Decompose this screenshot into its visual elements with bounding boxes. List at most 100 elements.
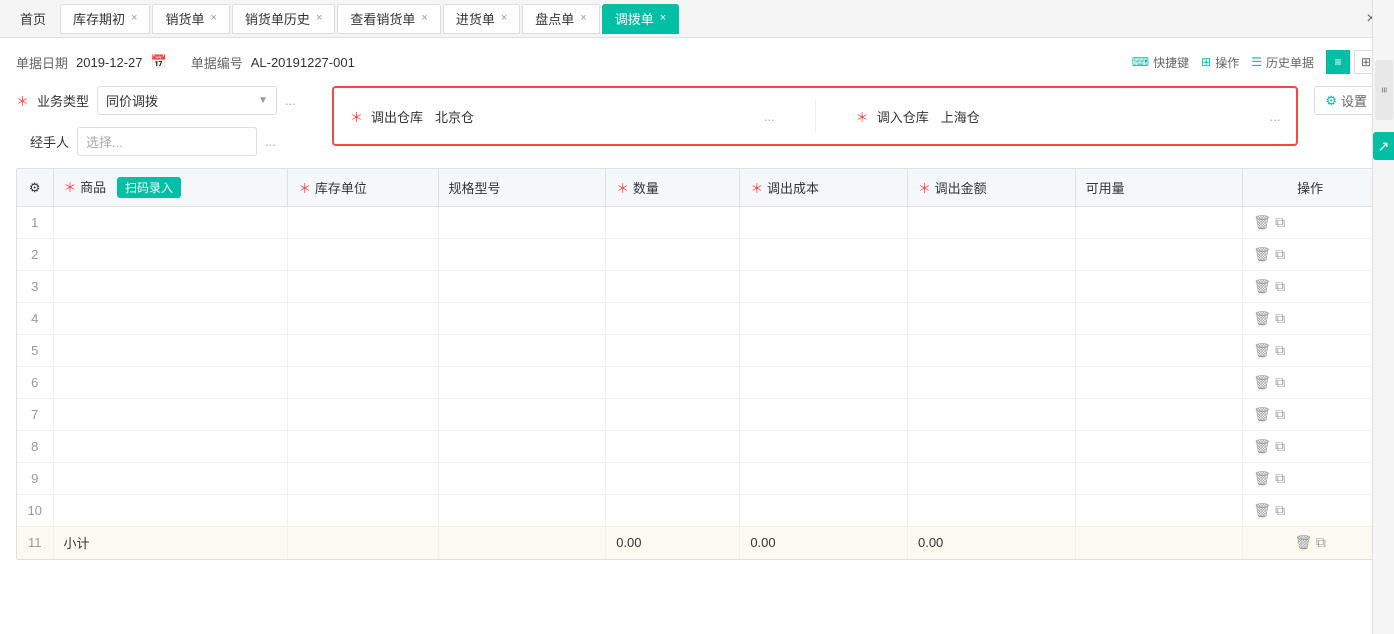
copy-icon[interactable]: ⧉	[1275, 374, 1285, 391]
tab-close-icon[interactable]: ×	[131, 13, 137, 24]
cell-cost[interactable]	[740, 303, 908, 335]
tab-transfer-order[interactable]: 调拨单 ×	[602, 4, 679, 34]
cell-spec[interactable]	[438, 239, 606, 271]
side-expand-button[interactable]: ↗	[1373, 132, 1394, 160]
tab-close-icon[interactable]: ×	[316, 13, 322, 24]
delete-icon[interactable]: 🗑	[1253, 406, 1271, 423]
cell-qty[interactable]	[606, 463, 740, 495]
scan-entry-button[interactable]: 扫码录入	[117, 177, 181, 198]
cell-amount[interactable]	[907, 399, 1075, 431]
cell-amount[interactable]	[907, 495, 1075, 527]
shortcut-button[interactable]: ⌨ 快捷键	[1132, 54, 1189, 71]
cell-amount[interactable]	[907, 239, 1075, 271]
tab-inventory-init[interactable]: 库存期初 ×	[60, 4, 150, 34]
cell-unit[interactable]	[288, 367, 438, 399]
history-button[interactable]: ☰ 历史单据	[1251, 54, 1314, 71]
cell-unit[interactable]	[288, 207, 438, 239]
tab-home[interactable]: 首页	[8, 4, 58, 34]
copy-icon[interactable]: ⧉	[1275, 438, 1285, 455]
cell-product[interactable]	[53, 495, 288, 527]
delete-icon[interactable]: 🗑	[1253, 214, 1271, 231]
cell-cost[interactable]	[740, 271, 908, 303]
cell-cost[interactable]	[740, 463, 908, 495]
delete-icon[interactable]: 🗑	[1253, 246, 1271, 263]
cell-amount[interactable]	[907, 431, 1075, 463]
tab-view-sales[interactable]: 查看销货单 ×	[337, 4, 440, 34]
cell-spec[interactable]	[438, 463, 606, 495]
delete-icon[interactable]: 🗑	[1253, 374, 1271, 391]
tab-close-icon[interactable]: ×	[660, 13, 666, 24]
cell-amount[interactable]	[907, 463, 1075, 495]
cell-spec[interactable]	[438, 367, 606, 399]
calendar-icon[interactable]: 📅	[151, 54, 167, 70]
tab-purchase-order[interactable]: 进货单 ×	[443, 4, 520, 34]
cell-unit[interactable]	[288, 463, 438, 495]
cell-product[interactable]	[53, 271, 288, 303]
handler-more[interactable]: ...	[265, 134, 276, 149]
cell-cost[interactable]	[740, 367, 908, 399]
tab-close-icon[interactable]: ×	[580, 13, 586, 24]
cell-cost[interactable]	[740, 335, 908, 367]
copy-icon[interactable]: ⧉	[1275, 214, 1285, 231]
cell-qty[interactable]	[606, 335, 740, 367]
side-notes-button[interactable]: ≡	[1375, 60, 1393, 120]
cell-spec[interactable]	[438, 431, 606, 463]
layout-list-button[interactable]: ≡	[1326, 50, 1350, 74]
cell-unit[interactable]	[288, 335, 438, 367]
tab-close-icon[interactable]: ×	[421, 13, 427, 24]
cell-product[interactable]	[53, 303, 288, 335]
tab-close-icon[interactable]: ×	[501, 13, 507, 24]
cell-unit[interactable]	[288, 239, 438, 271]
cell-cost[interactable]	[740, 239, 908, 271]
delete-icon[interactable]: 🗑	[1253, 470, 1271, 487]
cell-spec[interactable]	[438, 495, 606, 527]
copy-icon[interactable]: ⧉	[1275, 406, 1285, 423]
cell-amount[interactable]	[907, 303, 1075, 335]
cell-product[interactable]	[53, 335, 288, 367]
copy-icon[interactable]: ⧉	[1316, 534, 1326, 550]
delete-icon[interactable]: 🗑	[1253, 278, 1271, 295]
cell-amount[interactable]	[907, 207, 1075, 239]
cell-qty[interactable]	[606, 207, 740, 239]
cell-product[interactable]	[53, 367, 288, 399]
cell-spec[interactable]	[438, 303, 606, 335]
settings-button[interactable]: ⚙ 设置	[1314, 86, 1378, 115]
cell-amount[interactable]	[907, 335, 1075, 367]
cell-qty[interactable]	[606, 271, 740, 303]
warehouse-in-more[interactable]: ...	[1270, 109, 1281, 124]
cell-qty[interactable]	[606, 239, 740, 271]
col-settings[interactable]: ⚙	[17, 169, 53, 207]
cell-qty[interactable]	[606, 431, 740, 463]
tab-inventory-check[interactable]: 盘点单 ×	[522, 4, 599, 34]
cell-spec[interactable]	[438, 399, 606, 431]
cell-qty[interactable]	[606, 495, 740, 527]
cell-qty[interactable]	[606, 303, 740, 335]
handler-select[interactable]: 选择...	[77, 127, 257, 156]
cell-unit[interactable]	[288, 431, 438, 463]
cell-unit[interactable]	[288, 303, 438, 335]
cell-amount[interactable]	[907, 367, 1075, 399]
delete-icon[interactable]: 🗑	[1253, 438, 1271, 455]
copy-icon[interactable]: ⧉	[1275, 310, 1285, 327]
copy-icon[interactable]: ⧉	[1275, 502, 1285, 519]
business-type-more[interactable]: ...	[285, 93, 296, 108]
cell-cost[interactable]	[740, 431, 908, 463]
cell-spec[interactable]	[438, 335, 606, 367]
cell-qty[interactable]	[606, 399, 740, 431]
cell-spec[interactable]	[438, 207, 606, 239]
copy-icon[interactable]: ⧉	[1275, 470, 1285, 487]
cell-qty[interactable]	[606, 367, 740, 399]
delete-icon[interactable]: 🗑	[1294, 534, 1312, 550]
business-type-select[interactable]: 同价调拨 ▼	[97, 86, 277, 115]
cell-unit[interactable]	[288, 495, 438, 527]
cell-amount[interactable]	[907, 271, 1075, 303]
cell-product[interactable]	[53, 399, 288, 431]
delete-icon[interactable]: 🗑	[1253, 342, 1271, 359]
ops-button[interactable]: ⊞ 操作	[1201, 54, 1239, 71]
cell-unit[interactable]	[288, 399, 438, 431]
tab-sales-order[interactable]: 销货单 ×	[152, 4, 229, 34]
delete-icon[interactable]: 🗑	[1253, 310, 1271, 327]
copy-icon[interactable]: ⧉	[1275, 342, 1285, 359]
copy-icon[interactable]: ⧉	[1275, 278, 1285, 295]
cell-product[interactable]	[53, 239, 288, 271]
